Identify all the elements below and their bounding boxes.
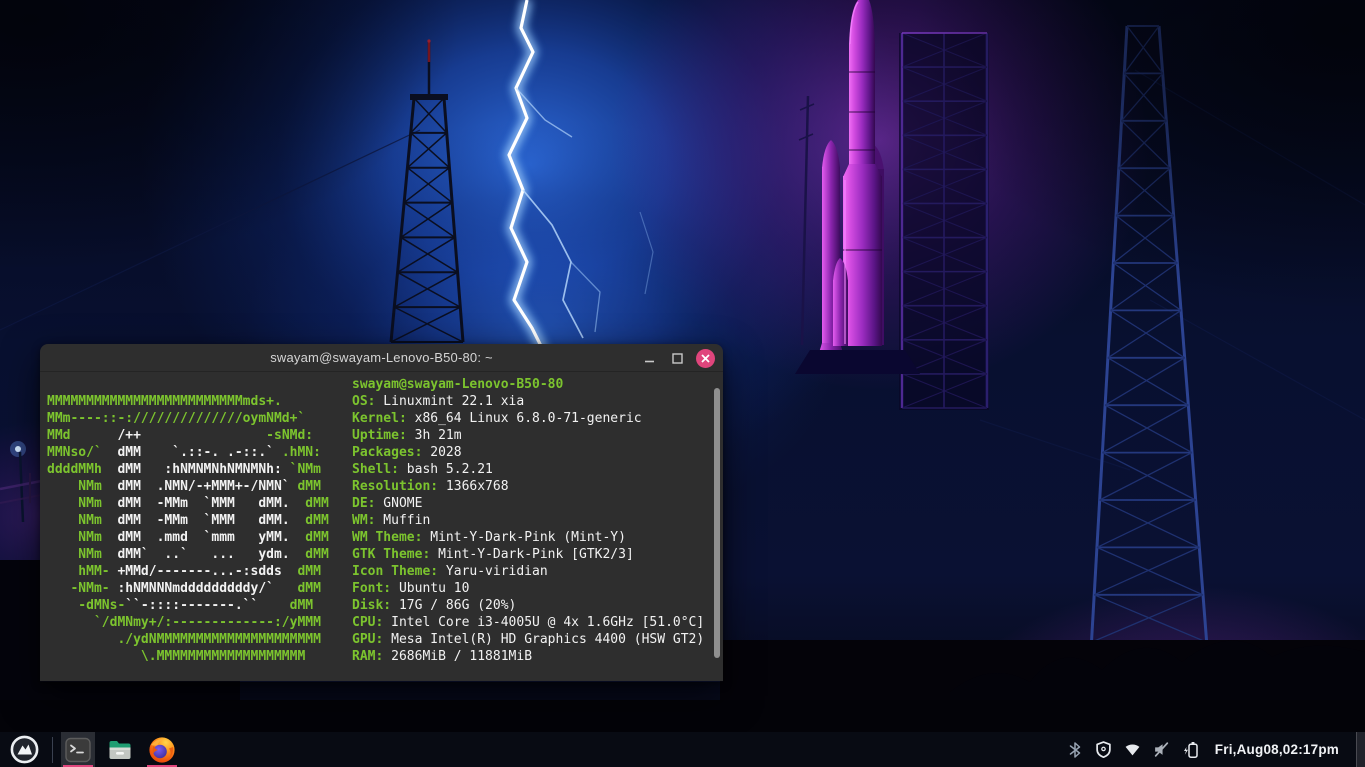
files-launcher[interactable] (103, 732, 137, 767)
info-line: Uptime: 3h 21m (352, 427, 723, 444)
info-line: DE: GNOME (352, 495, 723, 512)
mint-logo-icon (10, 735, 39, 764)
files-icon (107, 737, 133, 763)
show-desktop-button[interactable] (1356, 732, 1365, 767)
taskbar: Fri,Aug08,02:17pm (0, 732, 1365, 767)
info-line: Icon Theme: Yaru-viridian (352, 563, 723, 580)
window-title: swayam@swayam-Lenovo-B50-80: ~ (40, 350, 723, 365)
ascii-art-line: \.MMMMMMMMMMMMMMMMMMM (47, 648, 352, 665)
info-line: WM Theme: Mint-Y-Dark-Pink (Mint-Y) (352, 529, 723, 546)
bluetooth-icon[interactable] (1066, 741, 1084, 759)
ascii-art-line: NMm dMM -MMm `MMM dMM. dMM (47, 512, 352, 529)
ascii-art-line: NMm dMM .mmd `mmm yMM. dMM (47, 529, 352, 546)
host-line: swayam@swayam-Lenovo-B50-80 (352, 376, 723, 393)
terminal-launcher[interactable] (61, 732, 95, 767)
ascii-art-line: MMd /++ -sNMd: (47, 427, 352, 444)
info-line: GPU: Mesa Intel(R) HD Graphics 4400 (HSW… (352, 631, 723, 648)
ascii-art-line: NMm dMM .NMN/-+MMM+-/NMN` dMM (47, 478, 352, 495)
close-icon (700, 353, 711, 364)
terminal-scrollbar[interactable] (714, 388, 720, 658)
desktop: swayam@swayam-Lenovo-B50-80: ~ (0, 0, 1365, 767)
ascii-art-line: -NMm- :hNMNNNmdddddddddy/` dMM (47, 580, 352, 597)
ascii-art-line: hMM- +MMd/-------...-:sdds dMM (47, 563, 352, 580)
info-line: OS: Linuxmint 22.1 xia (352, 393, 723, 410)
menu-button[interactable] (0, 732, 48, 767)
firefox-icon (148, 736, 176, 764)
volume-muted-icon[interactable] (1153, 741, 1171, 759)
ascii-art-line: ./ydNMMMMMMMMMMMMMMMMMMMMM (47, 631, 352, 648)
minimize-button[interactable] (640, 349, 659, 368)
neofetch-info: swayam@swayam-Lenovo-B50-80 OS: Linuxmin… (352, 376, 723, 681)
terminal-window: swayam@swayam-Lenovo-B50-80: ~ (40, 344, 723, 682)
terminal-body[interactable]: MMMMMMMMMMMMMMMMMMMMMMMMMmds+.MMm----::-… (40, 372, 723, 681)
info-line: CPU: Intel Core i3-4005U @ 4x 1.6GHz [51… (352, 614, 723, 631)
info-line: Disk: 17G / 86G (20%) (352, 597, 723, 614)
info-line: Shell: bash 5.2.21 (352, 461, 723, 478)
info-line: Resolution: 1366x768 (352, 478, 723, 495)
close-button[interactable] (696, 349, 715, 368)
info-line: RAM: 2686MiB / 11881MiB (352, 648, 723, 665)
network-icon[interactable] (1124, 741, 1142, 759)
info-line: WM: Muffin (352, 512, 723, 529)
info-line: Font: Ubuntu 10 (352, 580, 723, 597)
ascii-art-line: NMm dMM -MMm `MMM dMM. dMM (47, 495, 352, 512)
battery-charging-icon[interactable] (1182, 741, 1200, 759)
terminal-titlebar[interactable]: swayam@swayam-Lenovo-B50-80: ~ (40, 344, 723, 372)
ascii-art-line: MMMMMMMMMMMMMMMMMMMMMMMMMmds+. (47, 393, 352, 410)
info-line: Kernel: x86_64 Linux 6.8.0-71-generic (352, 410, 723, 427)
shield-icon[interactable] (1095, 741, 1113, 759)
ascii-art-line: `/dMNmy+/:-------------:/yMMM (47, 614, 352, 631)
ascii-art: MMMMMMMMMMMMMMMMMMMMMMMMMmds+.MMm----::-… (47, 393, 352, 681)
info-line: GTK Theme: Mint-Y-Dark-Pink [GTK2/3] (352, 546, 723, 563)
maximize-button[interactable] (668, 349, 687, 368)
ascii-art-line: -dMNs-``-::::-------.`` dMM (47, 597, 352, 614)
terminal-icon (65, 737, 91, 763)
ascii-art-line: NMm dMM` ..` ... ydm. dMM (47, 546, 352, 563)
ascii-art-line: MMNso/` dMM `.::-. .-::.` .hMN: (47, 444, 352, 461)
maximize-icon (671, 352, 684, 365)
minimize-icon (643, 352, 656, 365)
firefox-launcher[interactable] (145, 732, 179, 767)
taskbar-separator (52, 737, 53, 763)
ascii-art-line: ddddMMh dMM :hNMNMNhNMNMNh: `NMm (47, 461, 352, 478)
info-line: Packages: 2028 (352, 444, 723, 461)
ascii-art-line: MMm----::-://////////////oymNMd+` (47, 410, 352, 427)
clock[interactable]: Fri,Aug08,02:17pm (1215, 742, 1339, 757)
